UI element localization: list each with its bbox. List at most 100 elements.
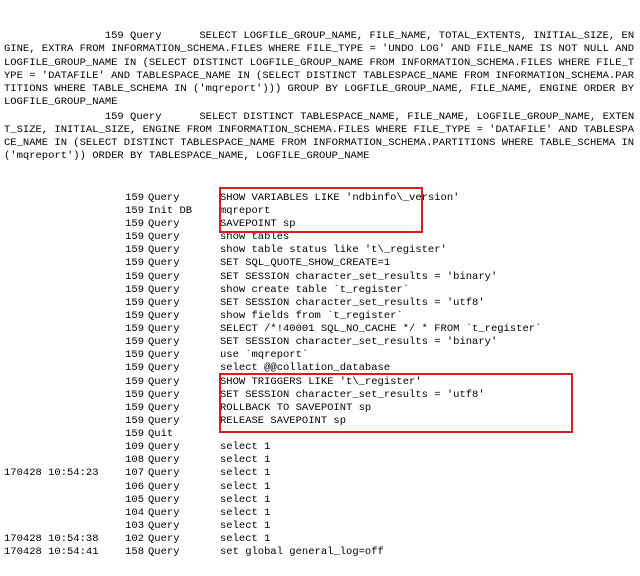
command-argument: SHOW TRIGGERS LIKE 't\_register' [220,376,636,389]
command-type: Query [148,389,220,402]
thread-id: 109 [104,441,148,454]
command-type: Query [148,323,220,336]
timestamp [4,520,104,533]
command-type: Query [148,546,220,559]
log-line: 105Queryselect 1 [4,494,636,507]
command-type: Query [148,271,220,284]
command-argument: mqreport [220,205,636,218]
command-type: Query [148,257,220,270]
command-argument: select 1 [220,520,636,533]
log-line: 159Quit [4,428,636,441]
log-line: 109Queryselect 1 [4,441,636,454]
query-log: 159 Query SELECT LOGFILE_GROUP_NAME, FIL… [4,4,636,572]
thread-id: 159 [104,389,148,402]
thread-id: 159 [104,297,148,310]
timestamp [4,415,104,428]
log-line: 159Init DBmqreport [4,205,636,218]
command-argument: select 1 [220,441,636,454]
thread-id: 159 [104,218,148,231]
command-argument [220,428,636,441]
thread-id: 159 [104,244,148,257]
command-argument: SELECT /*!40001 SQL_NO_CACHE */ * FROM `… [220,323,636,336]
log-line: 159QueryRELEASE SAVEPOINT sp [4,415,636,428]
thread-id: 159 [104,323,148,336]
log-line: 106Queryselect 1 [4,481,636,494]
thread-id: 107 [104,467,148,480]
timestamp [4,441,104,454]
command-type: Query [148,349,220,362]
command-argument: show tables [220,231,636,244]
command-argument: show table status like 't\_register' [220,244,636,257]
log-paragraph: 159 Query SELECT LOGFILE_GROUP_NAME, FIL… [4,30,636,109]
command-type: Query [148,415,220,428]
log-line: 170428 10:54:41158Queryset global genera… [4,546,636,559]
command-type: Query [148,520,220,533]
command-argument: select 1 [220,494,636,507]
command-type: Query [148,494,220,507]
log-line: 159Queryuse `mqreport` [4,349,636,362]
timestamp [4,271,104,284]
thread-id: 159 [104,205,148,218]
timestamp: 170428 10:54:38 [4,533,104,546]
command-argument: SET SQL_QUOTE_SHOW_CREATE=1 [220,257,636,270]
timestamp: 170428 10:54:41 [4,546,104,559]
timestamp [4,454,104,467]
thread-id: 159 [104,376,148,389]
log-line: 159QuerySET SQL_QUOTE_SHOW_CREATE=1 [4,257,636,270]
thread-id: 159 [104,231,148,244]
command-argument: select 1 [220,507,636,520]
command-type: Query [148,441,220,454]
log-line: 159QuerySHOW TRIGGERS LIKE 't\_register' [4,376,636,389]
thread-id: 159 [104,402,148,415]
command-argument: set global general_log=off [220,546,636,559]
timestamp [4,205,104,218]
command-argument: select 1 [220,454,636,467]
command-argument: show create table `t_register` [220,284,636,297]
thread-id: 106 [104,481,148,494]
command-argument: select 1 [220,467,636,480]
command-argument: select @@collation_database [220,362,636,375]
thread-id: 159 [104,284,148,297]
command-argument: select 1 [220,533,636,546]
log-line: 159QuerySET SESSION character_set_result… [4,297,636,310]
timestamp [4,257,104,270]
thread-id: 159 [104,415,148,428]
timestamp [4,428,104,441]
command-type: Query [148,467,220,480]
command-type: Query [148,481,220,494]
thread-id: 104 [104,507,148,520]
log-line: 159Queryshow table status like 't\_regis… [4,244,636,257]
command-type: Query [148,454,220,467]
command-type: Query [148,192,220,205]
command-type: Query [148,336,220,349]
timestamp [4,310,104,323]
log-line: 104Queryselect 1 [4,507,636,520]
timestamp [4,323,104,336]
command-argument: SET SESSION character_set_results = 'utf… [220,297,636,310]
command-type: Query [148,310,220,323]
command-type: Query [148,376,220,389]
timestamp [4,297,104,310]
command-type: Query [148,218,220,231]
thread-id: 103 [104,520,148,533]
thread-id: 159 [104,349,148,362]
log-line: 159QuerySHOW VARIABLES LIKE 'ndbinfo\_ve… [4,192,636,205]
log-line: 159QuerySELECT /*!40001 SQL_NO_CACHE */ … [4,323,636,336]
timestamp [4,336,104,349]
thread-id: 159 [104,257,148,270]
thread-id: 159 [104,192,148,205]
log-line: 159QuerySET SESSION character_set_result… [4,271,636,284]
command-argument: show fields from `t_register` [220,310,636,323]
command-type: Init DB [148,205,220,218]
command-type: Query [148,362,220,375]
thread-id: 159 [104,336,148,349]
log-line: 159QuerySAVEPOINT sp [4,218,636,231]
log-line: 103Queryselect 1 [4,520,636,533]
command-type: Query [148,507,220,520]
command-argument: ROLLBACK TO SAVEPOINT sp [220,402,636,415]
command-type: Query [148,402,220,415]
log-line: 159Queryshow fields from `t_register` [4,310,636,323]
command-type: Query [148,244,220,257]
log-line: 159Queryshow create table `t_register` [4,284,636,297]
thread-id: 159 [104,310,148,323]
